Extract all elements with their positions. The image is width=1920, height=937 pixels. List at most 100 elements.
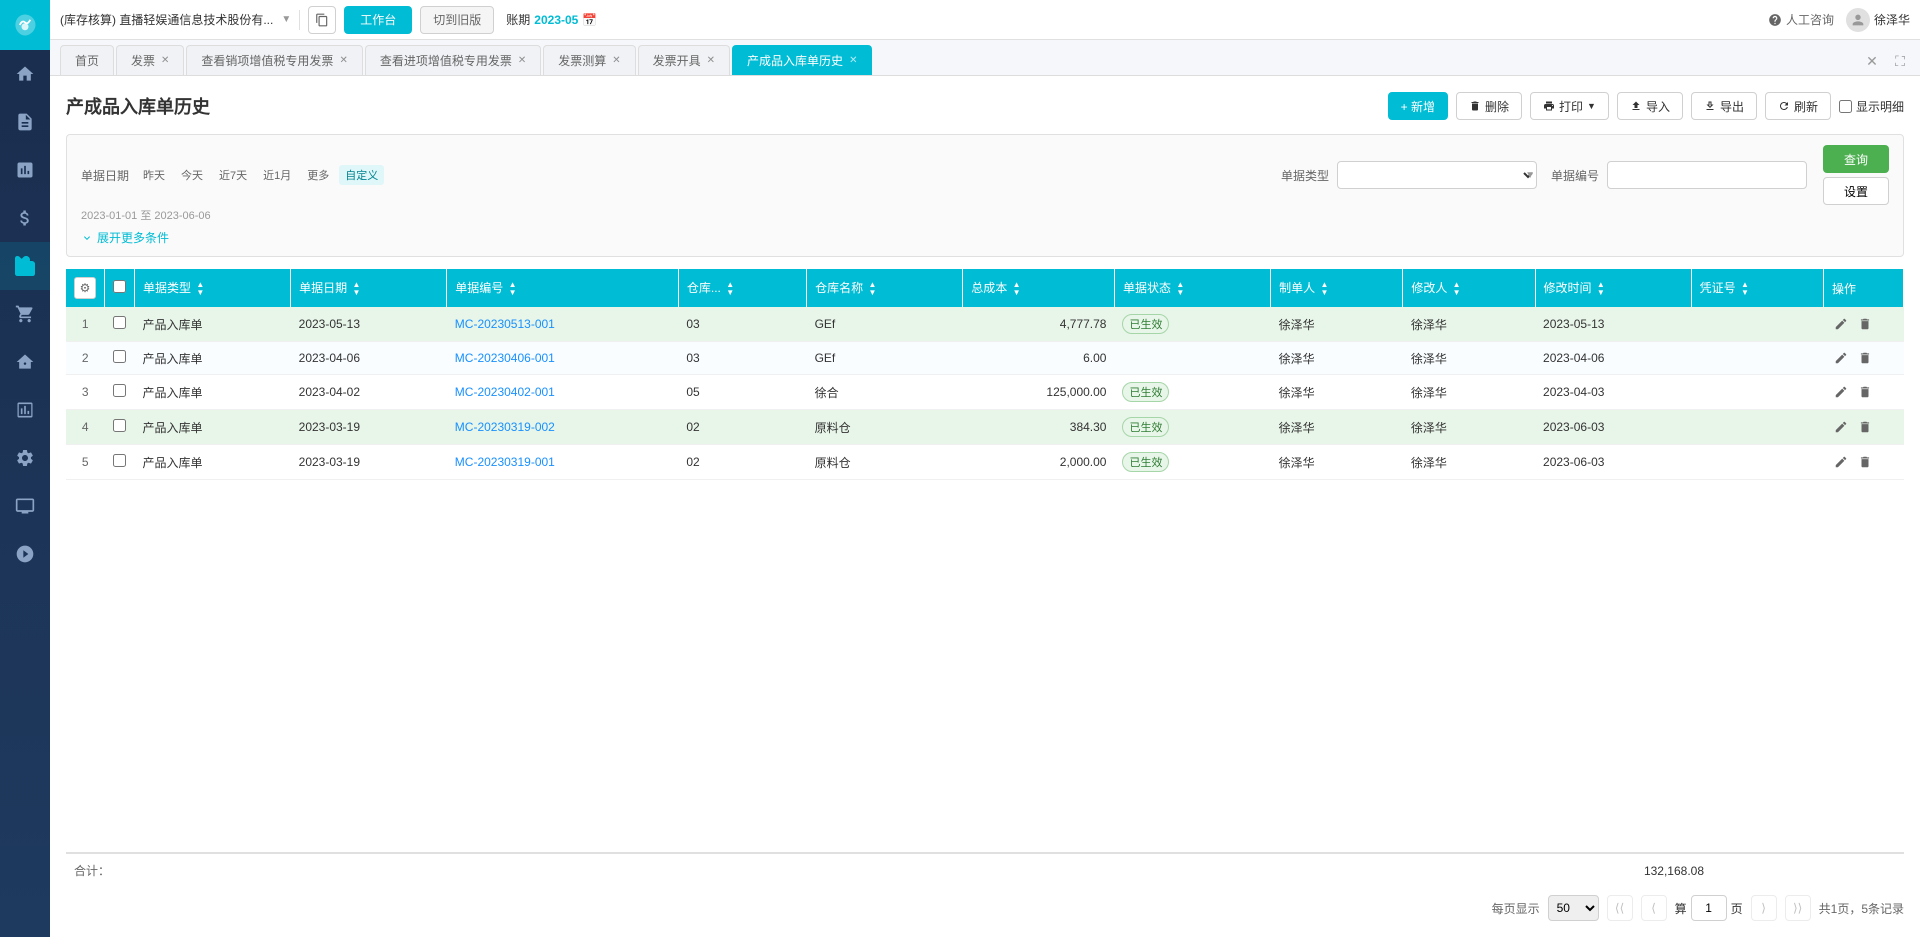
tab-stock-history-close[interactable]: ✕ (849, 56, 857, 66)
sidebar-item-report[interactable] (0, 386, 50, 434)
tab-maximize[interactable]: ⛶ (1890, 51, 1910, 71)
sort-modify-time-icon[interactable]: ▲▼ (1597, 281, 1605, 297)
row-voucher (1691, 342, 1823, 375)
row-checkbox[interactable] (113, 384, 126, 397)
delete-button[interactable]: 删除 (1456, 92, 1522, 120)
sort-date-icon[interactable]: ▲▼ (352, 281, 360, 297)
next-page-button[interactable]: ⟩ (1751, 895, 1777, 921)
row-number-link[interactable]: MC-20230319-002 (455, 420, 555, 434)
row-creator: 徐泽华 (1271, 342, 1403, 375)
row-number-link[interactable]: MC-20230319-001 (455, 455, 555, 469)
tab-issue-close[interactable]: ✕ (707, 56, 715, 66)
sort-number-icon[interactable]: ▲▼ (509, 281, 517, 297)
sidebar-item-analytics[interactable] (0, 146, 50, 194)
prev-page-button[interactable]: ⟨ (1641, 895, 1667, 921)
sidebar-item-home[interactable] (0, 50, 50, 98)
period-calendar-icon[interactable]: 📅 (582, 13, 597, 27)
row-delete-icon[interactable] (1856, 418, 1874, 436)
expand-more-button[interactable]: 展开更多条件 (81, 229, 1889, 246)
tab-calc-close[interactable]: ✕ (612, 56, 620, 66)
sidebar-item-purchase[interactable] (0, 290, 50, 338)
row-checkbox[interactable] (113, 419, 126, 432)
query-button[interactable]: 查询 (1823, 145, 1889, 173)
sidebar-item-finance[interactable] (0, 194, 50, 242)
sidebar-item-settings[interactable] (0, 434, 50, 482)
refresh-button[interactable]: 刷新 (1765, 92, 1831, 120)
number-filter-input[interactable] (1607, 161, 1807, 189)
sort-voucher-icon[interactable]: ▲▼ (1741, 281, 1749, 297)
last-page-button[interactable]: ⟩⟩ (1785, 895, 1811, 921)
workbench-button[interactable]: 工作台 (344, 6, 412, 34)
row-num: 3 (66, 375, 105, 410)
company-dropdown-icon[interactable]: ▼ (281, 14, 291, 25)
tab-input-invoice[interactable]: 查看进项增值税专用发票 ✕ (365, 45, 541, 75)
sort-wh-code-icon[interactable]: ▲▼ (726, 281, 734, 297)
shortcut-custom[interactable]: 自定义 (339, 165, 384, 185)
shortcut-7days[interactable]: 近7天 (213, 165, 253, 185)
row-delete-icon[interactable] (1856, 349, 1874, 367)
tab-issue[interactable]: 发票开具 ✕ (638, 45, 730, 75)
sidebar-item-inventory[interactable] (0, 242, 50, 290)
row-number-link[interactable]: MC-20230513-001 (455, 317, 555, 331)
reset-button[interactable]: 设置 (1823, 177, 1889, 205)
row-date: 2023-03-19 (291, 410, 447, 445)
import-button[interactable]: 导入 (1617, 92, 1683, 120)
sidebar-item-version[interactable] (0, 530, 50, 578)
sort-status-icon[interactable]: ▲▼ (1176, 281, 1184, 297)
page-number-input[interactable] (1691, 895, 1727, 921)
row-delete-icon[interactable] (1856, 383, 1874, 401)
tab-input-invoice-close[interactable]: ✕ (518, 56, 526, 66)
copy-button[interactable] (308, 6, 336, 34)
shortcut-yesterday[interactable]: 昨天 (137, 165, 171, 185)
tab-close-all[interactable]: ✕ (1862, 51, 1882, 71)
sort-wh-name-icon[interactable]: ▲▼ (868, 281, 876, 297)
row-action-icons (1832, 418, 1896, 436)
sort-modifier-icon[interactable]: ▲▼ (1453, 281, 1461, 297)
display-detail-checkbox[interactable]: 显示明细 (1839, 98, 1904, 115)
row-edit-icon[interactable] (1832, 418, 1850, 436)
row-edit-icon[interactable] (1832, 315, 1850, 333)
new-button[interactable]: + 新增 (1388, 92, 1448, 120)
select-all-checkbox[interactable] (113, 280, 126, 293)
row-edit-icon[interactable] (1832, 453, 1850, 471)
print-button[interactable]: 打印 ▼ (1530, 92, 1609, 120)
type-filter-select[interactable] (1337, 161, 1537, 189)
export-button[interactable]: 导出 (1691, 92, 1757, 120)
sort-creator-icon[interactable]: ▲▼ (1320, 281, 1328, 297)
row-edit-icon[interactable] (1832, 349, 1850, 367)
row-checkbox[interactable] (113, 454, 126, 467)
row-checkbox[interactable] (113, 316, 126, 329)
shortcut-1month[interactable]: 近1月 (257, 165, 297, 185)
tab-invoice-close[interactable]: ✕ (161, 56, 169, 66)
row-edit-icon[interactable] (1832, 383, 1850, 401)
expand-row: 展开更多条件 (81, 229, 1889, 246)
sidebar-item-media[interactable] (0, 482, 50, 530)
first-page-button[interactable]: ⟨⟨ (1607, 895, 1633, 921)
row-checkbox[interactable] (113, 350, 126, 363)
shortcut-more[interactable]: 更多 (301, 165, 335, 185)
tab-sales-invoice-close[interactable]: ✕ (339, 56, 347, 66)
page-header: 产成品入库单历史 + 新增 删除 打印 ▼ 导入 导出 (66, 92, 1904, 120)
row-number-link[interactable]: MC-20230402-001 (455, 385, 555, 399)
sidebar-item-warehouse[interactable] (0, 338, 50, 386)
row-number-link[interactable]: MC-20230406-001 (455, 351, 555, 365)
per-page-select[interactable]: 50 20 100 (1548, 895, 1599, 921)
row-delete-icon[interactable] (1856, 315, 1874, 333)
sidebar-item-docs[interactable] (0, 98, 50, 146)
column-settings-button[interactable]: ⚙ (74, 277, 96, 299)
row-delete-icon[interactable] (1856, 453, 1874, 471)
tab-calc[interactable]: 发票测算 ✕ (543, 45, 635, 75)
shortcut-today[interactable]: 今天 (175, 165, 209, 185)
support-button[interactable]: 人工咨询 (1768, 11, 1834, 28)
tab-stock-history[interactable]: 产成品入库单历史 ✕ (732, 45, 872, 75)
history-button[interactable]: 切到旧版 (420, 6, 494, 34)
user-menu[interactable]: 徐泽华 (1846, 8, 1910, 32)
sort-cost-icon[interactable]: ▲▼ (1013, 281, 1021, 297)
page-suffix: 页 (1731, 900, 1743, 917)
tab-sales-invoice[interactable]: 查看销项增值税专用发票 ✕ (186, 45, 362, 75)
tabbar-right: ✕ ⛶ (1862, 51, 1910, 75)
sort-type-icon[interactable]: ▲▼ (196, 281, 204, 297)
row-date: 2023-05-13 (291, 307, 447, 342)
tab-home[interactable]: 首页 (60, 45, 114, 75)
tab-invoice[interactable]: 发票 ✕ (116, 45, 184, 75)
